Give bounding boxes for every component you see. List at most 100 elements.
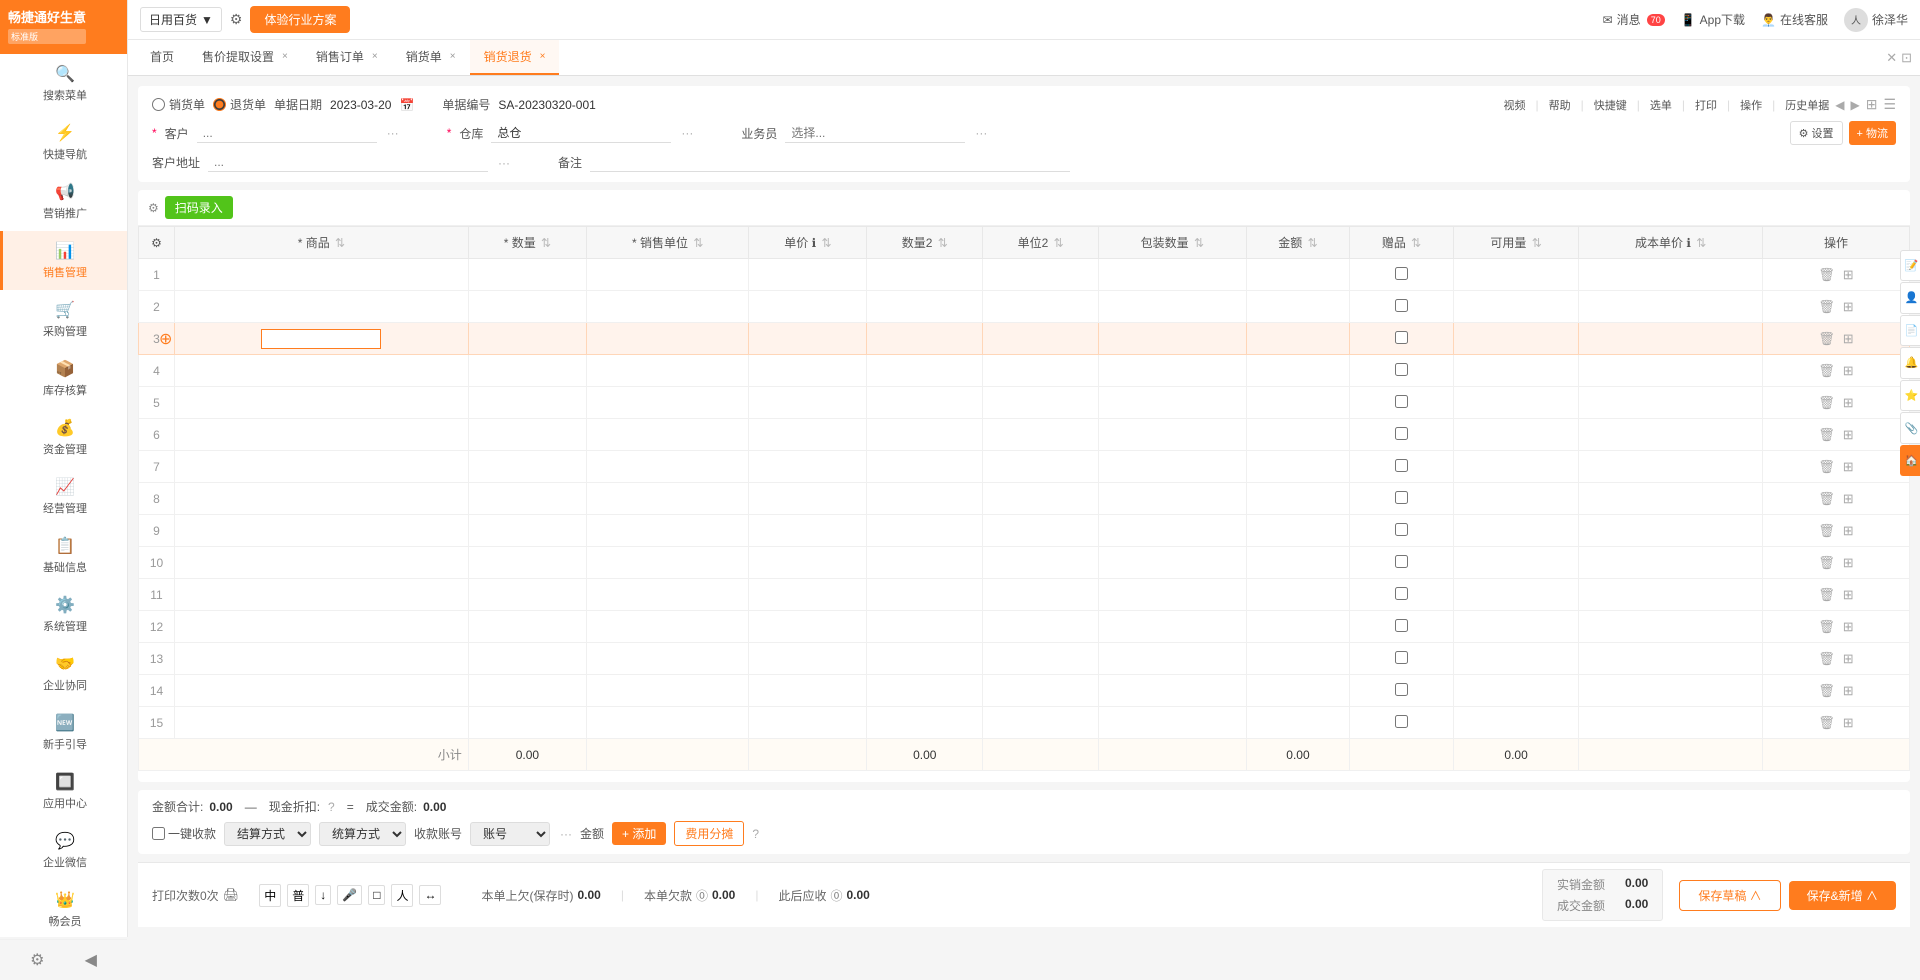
tab-sale-order[interactable]: 销售订单 × <box>302 40 392 75</box>
copy-icon[interactable]: ⊞ <box>1843 523 1854 539</box>
tool-swap-icon[interactable]: ↔ <box>419 885 441 905</box>
sidebar-item-basic[interactable]: 📋 基础信息 <box>0 526 127 585</box>
delete-icon[interactable]: 🗑 <box>1818 363 1835 379</box>
remark-input[interactable] <box>590 153 1070 172</box>
sidebar-item-sales[interactable]: 📊 销售管理 <box>0 231 127 290</box>
radio-return[interactable]: 退货单 <box>213 96 266 113</box>
sidebar-item-inventory[interactable]: 📦 库存核算 <box>0 349 127 408</box>
gift-cell[interactable] <box>1350 483 1454 515</box>
sidebar-item-enterprise[interactable]: 🤝 企业协同 <box>0 644 127 703</box>
amount-cell[interactable] <box>1246 323 1350 355</box>
shortcut-key-btn[interactable]: 快捷键 <box>1594 97 1627 113</box>
quantity-cell[interactable] <box>468 515 586 547</box>
pack-qty-cell[interactable] <box>1099 451 1247 483</box>
unit-price-cell[interactable] <box>749 451 867 483</box>
copy-icon[interactable]: ⊞ <box>1843 299 1854 315</box>
customer-input[interactable] <box>197 124 377 143</box>
copy-icon[interactable]: ⊞ <box>1843 683 1854 699</box>
amount-cell[interactable] <box>1246 259 1350 291</box>
settlement-select[interactable]: 结算方式 <box>224 822 311 846</box>
unit2-cell[interactable] <box>983 707 1099 739</box>
sale-unit-cell[interactable] <box>587 483 749 515</box>
table-gear-icon[interactable]: ⚙ <box>148 201 159 215</box>
tab-sale-out-close[interactable]: × <box>450 51 456 62</box>
quantity2-cell[interactable] <box>867 675 983 707</box>
amount-cell[interactable] <box>1246 643 1350 675</box>
list-view-icon[interactable]: ☰ <box>1883 96 1896 113</box>
unit-price-cell[interactable] <box>749 387 867 419</box>
cost-price-cell[interactable] <box>1579 515 1763 547</box>
delete-icon[interactable]: 🗑 <box>1818 299 1835 315</box>
pack-qty-cell[interactable] <box>1099 323 1247 355</box>
amount-cell[interactable] <box>1246 707 1350 739</box>
quantity-cell[interactable] <box>468 707 586 739</box>
sale-unit-cell[interactable] <box>587 355 749 387</box>
radio-out-input[interactable] <box>152 98 165 111</box>
scan-btn[interactable]: 扫码录入 <box>165 196 233 219</box>
tab-sale-out[interactable]: 销货单 × <box>392 40 470 75</box>
unit2-cell[interactable] <box>983 355 1099 387</box>
quantity2-cell[interactable] <box>867 643 983 675</box>
product-input[interactable] <box>261 329 381 349</box>
sidebar-item-operations[interactable]: 📈 经营管理 <box>0 467 127 526</box>
unit2-cell[interactable] <box>983 579 1099 611</box>
cost-price-cell[interactable] <box>1579 291 1763 323</box>
history-btn[interactable]: 历史单据 <box>1785 97 1829 113</box>
unit-price-cell[interactable] <box>749 579 867 611</box>
side-btn-6[interactable]: 📎 <box>1900 412 1920 443</box>
calendar-icon[interactable]: 📅 <box>399 98 414 112</box>
tool-zh-icon[interactable]: 中 <box>259 884 281 907</box>
sidebar-item-system[interactable]: ⚙️ 系统管理 <box>0 585 127 644</box>
online-service-group[interactable]: 👨‍💼 在线客服 <box>1761 11 1828 28</box>
product-cell[interactable] <box>175 387 469 419</box>
tab-sale-return-close[interactable]: × <box>540 51 546 62</box>
gift-cell[interactable] <box>1350 259 1454 291</box>
message-group[interactable]: ✉ 消息 70 <box>1603 11 1665 28</box>
quantity-cell[interactable] <box>468 323 586 355</box>
tab-sale-extract-close[interactable]: × <box>282 51 288 62</box>
gift-cell[interactable] <box>1350 355 1454 387</box>
copy-icon[interactable]: ⊞ <box>1843 491 1854 507</box>
sidebar-item-purchase[interactable]: 🛒 采购管理 <box>0 290 127 349</box>
unit-price-cell[interactable] <box>749 355 867 387</box>
sidebar-item-member[interactable]: 👑 畅会员 <box>0 880 127 939</box>
pack-qty-cell[interactable] <box>1099 579 1247 611</box>
add-row-icon[interactable]: ⊕ <box>159 329 172 349</box>
pack-qty-cell[interactable] <box>1099 483 1247 515</box>
gift-checkbox[interactable] <box>1395 619 1408 632</box>
sale-unit-cell[interactable] <box>587 387 749 419</box>
delete-icon[interactable]: 🗑 <box>1818 619 1835 635</box>
maximize-icon[interactable]: ⊡ <box>1901 50 1912 66</box>
sale-unit-cell[interactable] <box>587 515 749 547</box>
copy-icon[interactable]: ⊞ <box>1843 587 1854 603</box>
settings-icon[interactable]: ⚙ <box>30 950 44 970</box>
settings-btn[interactable]: ⚙ 设置 <box>1790 121 1843 145</box>
sale-unit-cell[interactable] <box>587 611 749 643</box>
delete-icon[interactable]: 🗑 <box>1818 427 1835 443</box>
radio-return-input[interactable] <box>213 98 226 111</box>
unit2-cell[interactable] <box>983 259 1099 291</box>
pack-qty-cell[interactable] <box>1099 419 1247 451</box>
pack-qty-cell[interactable] <box>1099 355 1247 387</box>
delete-icon[interactable]: 🗑 <box>1818 395 1835 411</box>
gift-cell[interactable] <box>1350 387 1454 419</box>
sidebar-item-wechat[interactable]: 💬 企业微信 <box>0 821 127 880</box>
quantity-cell[interactable] <box>468 355 586 387</box>
company-selector[interactable]: 日用百货 ▼ <box>140 7 222 32</box>
summary-select[interactable]: 统算方式 <box>319 822 406 846</box>
side-btn-3[interactable]: 📄 <box>1900 315 1920 346</box>
gift-cell[interactable] <box>1350 515 1454 547</box>
pack-qty-cell[interactable] <box>1099 387 1247 419</box>
unit-price-cell[interactable] <box>749 259 867 291</box>
copy-icon[interactable]: ⊞ <box>1843 331 1854 347</box>
quantity2-cell[interactable] <box>867 419 983 451</box>
unit2-cell[interactable] <box>983 547 1099 579</box>
gift-checkbox[interactable] <box>1395 587 1408 600</box>
account-dots[interactable]: ··· <box>560 827 572 841</box>
prev-icon[interactable]: ◀ <box>1835 98 1844 112</box>
amount-cell[interactable] <box>1246 611 1350 643</box>
sidebar-item-guide[interactable]: 🆕 新手引导 <box>0 703 127 762</box>
tool-down-icon[interactable]: ↓ <box>315 885 331 905</box>
delete-icon[interactable]: 🗑 <box>1818 491 1835 507</box>
cost-price-cell[interactable] <box>1579 643 1763 675</box>
